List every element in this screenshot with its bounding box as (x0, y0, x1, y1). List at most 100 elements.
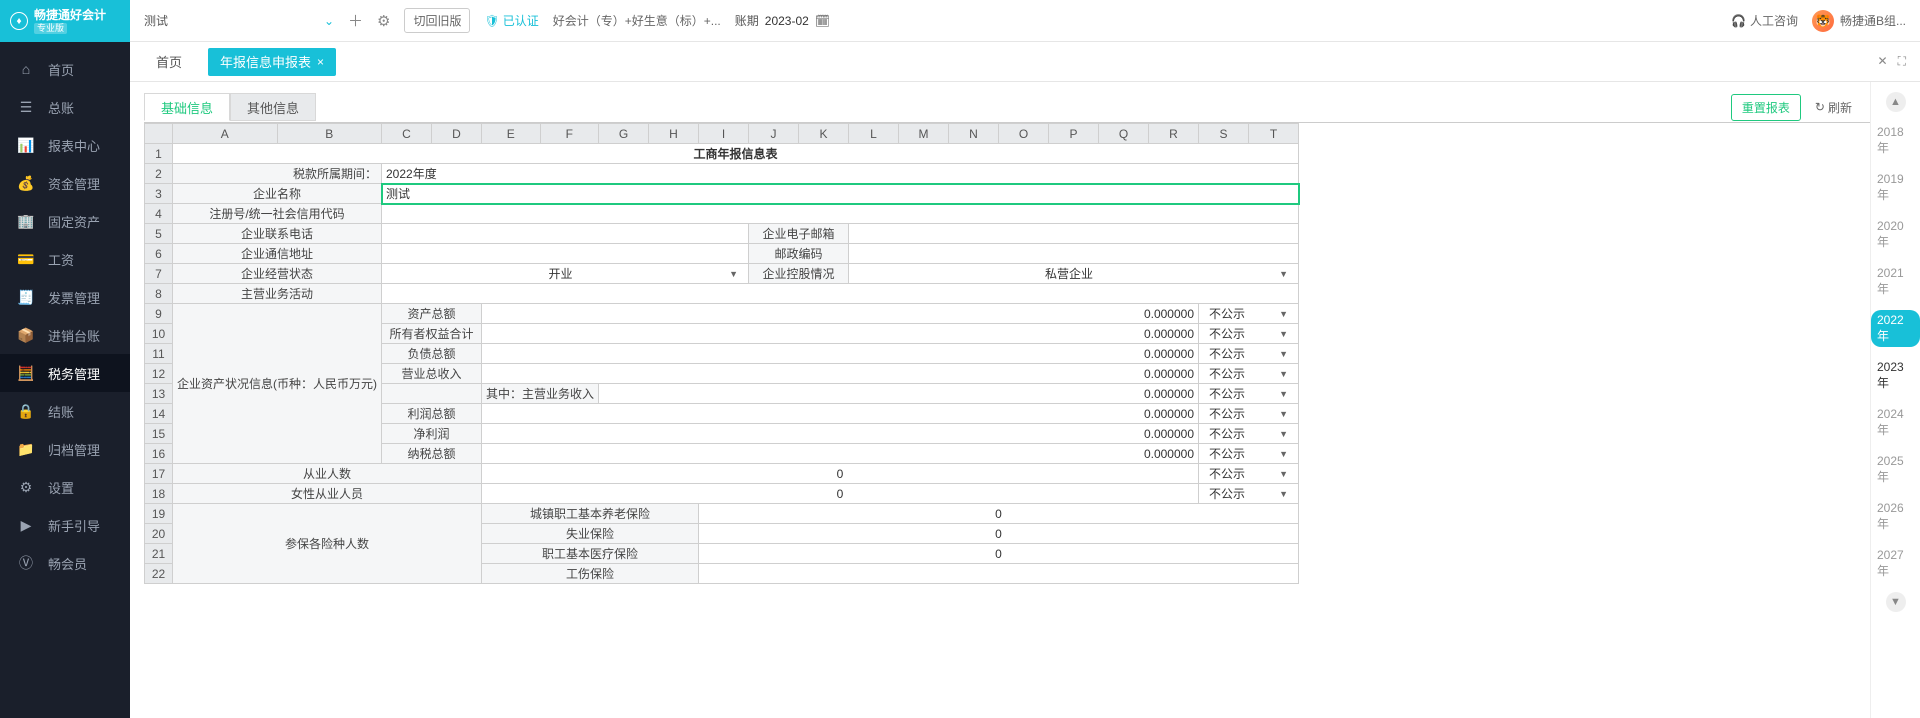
gear-icon[interactable]: ⚙ (377, 12, 390, 30)
nav-item-0[interactable]: ⌂首页 (0, 50, 130, 88)
row-header[interactable]: 14 (145, 404, 173, 424)
close-all-icon[interactable]: ✕ (1878, 54, 1888, 69)
refresh-button[interactable]: ↻刷新 (1815, 94, 1852, 121)
col-header[interactable]: Q (1099, 124, 1149, 144)
year-2021年[interactable]: 2021年 (1871, 263, 1920, 300)
col-header[interactable]: N (949, 124, 999, 144)
year-2019年[interactable]: 2019年 (1871, 169, 1920, 206)
nav-item-7[interactable]: 📦进销台账 (0, 316, 130, 354)
col-header[interactable]: I (699, 124, 749, 144)
nav-item-2[interactable]: 📊报表中心 (0, 126, 130, 164)
col-header[interactable]: H (649, 124, 699, 144)
year-2027年[interactable]: 2027年 (1871, 545, 1920, 582)
row-header[interactable]: 11 (145, 344, 173, 364)
year-2026年[interactable]: 2026年 (1871, 498, 1920, 535)
col-header[interactable]: C (382, 124, 432, 144)
company-selector[interactable]: 测试 ⌄ (144, 12, 334, 29)
support-link[interactable]: 🎧人工咨询 (1731, 12, 1798, 29)
status-select[interactable]: 开业▼ (382, 264, 749, 284)
holding-select[interactable]: 私营企业▼ (849, 264, 1299, 284)
col-header[interactable]: J (749, 124, 799, 144)
subtab-other-info[interactable]: 其他信息 (230, 93, 316, 121)
nav-item-8[interactable]: 🧮税务管理 (0, 354, 130, 392)
tab-annual-report[interactable]: 年报信息申报表× (208, 48, 336, 76)
brand-title: 畅捷通好会计 (34, 9, 106, 21)
col-header[interactable]: M (899, 124, 949, 144)
year-2022年[interactable]: 2022年 (1871, 310, 1920, 347)
nav-item-11[interactable]: ⚙设置 (0, 468, 130, 506)
row-header[interactable]: 7 (145, 264, 173, 284)
company-name-cell[interactable]: 测试 (382, 184, 1299, 204)
row-header[interactable]: 5 (145, 224, 173, 244)
publicity-select[interactable]: 不公示▼ (1199, 324, 1299, 344)
publicity-select[interactable]: 不公示▼ (1199, 304, 1299, 324)
fullscreen-icon[interactable]: ⛶ (1898, 54, 1906, 69)
row-header[interactable]: 12 (145, 364, 173, 384)
nav-item-3[interactable]: 💰资金管理 (0, 164, 130, 202)
year-2020年[interactable]: 2020年 (1871, 216, 1920, 253)
nav-item-9[interactable]: 🔒结账 (0, 392, 130, 430)
col-header[interactable]: O (999, 124, 1049, 144)
year-down-icon[interactable]: ▼ (1886, 592, 1906, 612)
subtab-basic-info[interactable]: 基础信息 (144, 93, 230, 121)
period[interactable]: 账期 2023-02 🗓 (735, 12, 830, 29)
col-header[interactable]: L (849, 124, 899, 144)
year-2024年[interactable]: 2024年 (1871, 404, 1920, 441)
year-2025年[interactable]: 2025年 (1871, 451, 1920, 488)
year-2023年[interactable]: 2023年 (1871, 357, 1920, 394)
row-header[interactable]: 22 (145, 564, 173, 584)
row-header[interactable]: 2 (145, 164, 173, 184)
row-header[interactable]: 20 (145, 524, 173, 544)
row-header[interactable]: 15 (145, 424, 173, 444)
col-header[interactable]: F (540, 124, 599, 144)
publicity-select[interactable]: 不公示▼ (1199, 364, 1299, 384)
col-header[interactable]: K (799, 124, 849, 144)
publicity-select[interactable]: 不公示▼ (1199, 404, 1299, 424)
row-header[interactable]: 21 (145, 544, 173, 564)
nav-item-1[interactable]: ☰总账 (0, 88, 130, 126)
regno-cell[interactable] (382, 204, 1299, 224)
publicity-select[interactable]: 不公示▼ (1199, 344, 1299, 364)
reset-report-button[interactable]: 重置报表 (1731, 94, 1801, 121)
nav-item-5[interactable]: 💳工资 (0, 240, 130, 278)
row-header[interactable]: 1 (145, 144, 173, 164)
row-header[interactable]: 4 (145, 204, 173, 224)
nav-item-4[interactable]: 🏢固定资产 (0, 202, 130, 240)
col-header[interactable]: G (599, 124, 649, 144)
publicity-select[interactable]: 不公示▼ (1199, 424, 1299, 444)
certified-badge[interactable]: 🛡已认证 (484, 12, 538, 29)
row-header[interactable]: 16 (145, 444, 173, 464)
col-header[interactable]: E (482, 124, 541, 144)
col-header[interactable] (145, 124, 173, 144)
row-header[interactable]: 10 (145, 324, 173, 344)
user-menu[interactable]: 🐯 畅捷通B组... (1812, 10, 1906, 32)
row-header[interactable]: 9 (145, 304, 173, 324)
col-header[interactable]: D (432, 124, 482, 144)
col-header[interactable]: A (173, 124, 278, 144)
spreadsheet[interactable]: ABCDEFGHIJKLMNOPQRST1工商年报信息表2税款所属期间：2022… (144, 123, 1299, 584)
switch-old-version-button[interactable]: 切回旧版 (404, 8, 470, 33)
nav-item-12[interactable]: ▶新手引导 (0, 506, 130, 544)
row-header[interactable]: 18 (145, 484, 173, 504)
row-header[interactable]: 19 (145, 504, 173, 524)
col-header[interactable]: B (277, 124, 382, 144)
tab-home[interactable]: 首页 (144, 48, 194, 76)
publicity-select[interactable]: 不公示▼ (1199, 384, 1299, 404)
col-header[interactable]: R (1149, 124, 1199, 144)
row-header[interactable]: 6 (145, 244, 173, 264)
add-icon[interactable]: ＋ (348, 10, 363, 31)
year-2018年[interactable]: 2018年 (1871, 122, 1920, 159)
row-header[interactable]: 8 (145, 284, 173, 304)
col-header[interactable]: S (1199, 124, 1249, 144)
publicity-select[interactable]: 不公示▼ (1199, 444, 1299, 464)
nav-item-10[interactable]: 📁归档管理 (0, 430, 130, 468)
nav-item-13[interactable]: Ⓥ畅会员 (0, 544, 130, 582)
nav-item-6[interactable]: 🧾发票管理 (0, 278, 130, 316)
row-header[interactable]: 13 (145, 384, 173, 404)
col-header[interactable]: T (1249, 124, 1299, 144)
year-up-icon[interactable]: ▲ (1886, 92, 1906, 112)
col-header[interactable]: P (1049, 124, 1099, 144)
close-icon[interactable]: × (317, 55, 324, 69)
row-header[interactable]: 17 (145, 464, 173, 484)
row-header[interactable]: 3 (145, 184, 173, 204)
